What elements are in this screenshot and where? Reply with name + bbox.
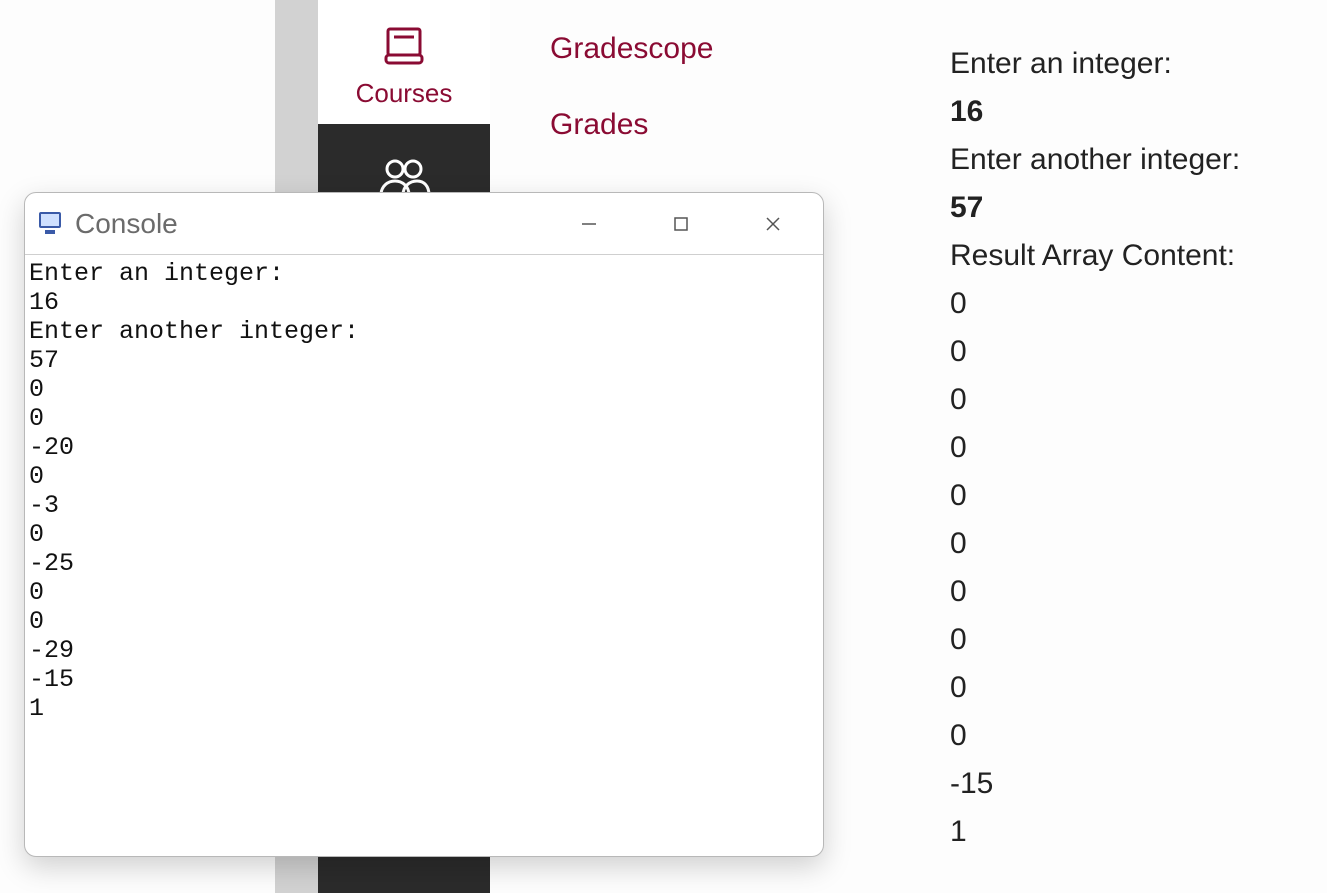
expected-array-item: 1 <box>950 808 1310 856</box>
expected-array-item: 0 <box>950 376 1310 424</box>
expected-array-header: Result Array Content: <box>950 232 1310 280</box>
book-icon <box>380 25 428 72</box>
console-titlebar[interactable]: Console <box>25 193 823 255</box>
expected-prompt-1: Enter an integer: <box>950 40 1310 88</box>
close-icon <box>764 215 782 233</box>
sidebar-item-label: Courses <box>356 78 453 109</box>
expected-output-panel: Enter an integer: 16 Enter another integ… <box>950 40 1310 856</box>
expected-array-item: 0 <box>950 328 1310 376</box>
expected-array-item: 0 <box>950 280 1310 328</box>
expected-array-item: 0 <box>950 664 1310 712</box>
maximize-button[interactable] <box>635 194 727 254</box>
console-icon <box>37 212 65 236</box>
console-window: Console Enter an integer: 16 Enter anoth… <box>24 192 824 857</box>
sidebar-item-courses[interactable]: Courses <box>318 0 490 124</box>
course-nav-links: Discussions Gradescope Grades <box>550 0 830 142</box>
expected-prompt-2: Enter another integer: <box>950 136 1310 184</box>
console-title-text: Console <box>75 208 178 240</box>
maximize-icon <box>672 215 690 233</box>
expected-val-2: 57 <box>950 184 1310 232</box>
expected-val-1: 16 <box>950 88 1310 136</box>
console-output[interactable]: Enter an integer: 16 Enter another integ… <box>25 255 823 856</box>
expected-array-item: 0 <box>950 424 1310 472</box>
expected-array-item: 0 <box>950 712 1310 760</box>
nav-link-gradescope[interactable]: Gradescope <box>550 32 830 66</box>
minimize-button[interactable] <box>543 194 635 254</box>
close-button[interactable] <box>727 194 819 254</box>
minimize-icon <box>580 215 598 233</box>
expected-array-item: 0 <box>950 472 1310 520</box>
expected-array-item: 0 <box>950 568 1310 616</box>
nav-link-grades[interactable]: Grades <box>550 108 830 142</box>
expected-array-item: -15 <box>950 760 1310 808</box>
expected-array-item: 0 <box>950 616 1310 664</box>
expected-array-item: 0 <box>950 520 1310 568</box>
